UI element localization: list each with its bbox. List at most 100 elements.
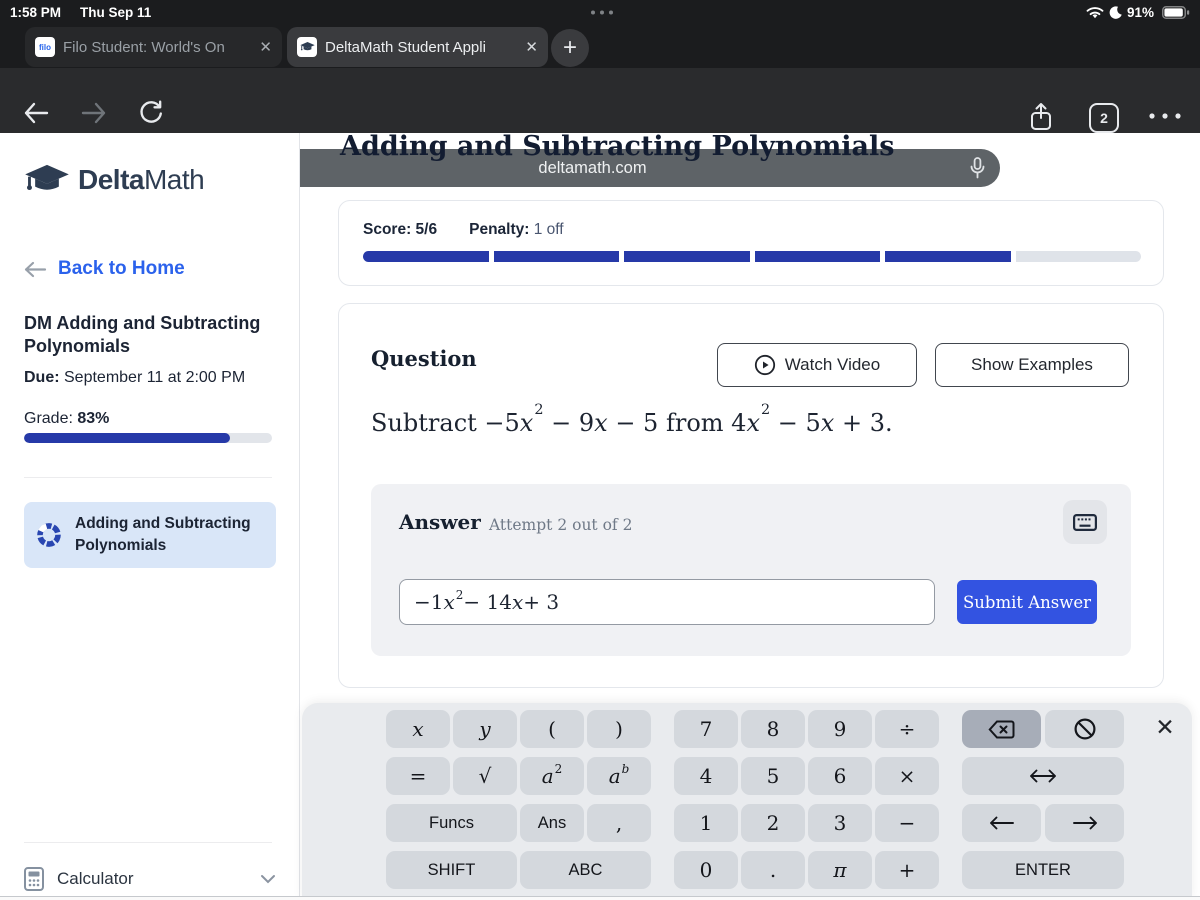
score-segment <box>885 251 1011 262</box>
browser-toolbar: deltamath.com 2 <box>0 68 1200 187</box>
answer-heading: Answer <box>399 510 481 534</box>
watch-video-button[interactable]: Watch Video <box>717 343 917 387</box>
calculator-toggle[interactable]: Calculator <box>24 861 276 897</box>
mic-icon[interactable] <box>970 156 985 180</box>
multitask-dots-icon <box>590 10 614 15</box>
key-9[interactable]: 9 <box>808 710 872 748</box>
due-value: September 11 at 2:00 PM <box>59 369 246 386</box>
key-open-paren[interactable]: ( <box>520 710 584 748</box>
close-tab-icon[interactable]: ✕ <box>525 39 538 55</box>
key-cursor-right[interactable] <box>1045 804 1124 842</box>
back-to-home-link[interactable]: Back to Home <box>24 258 185 280</box>
sidebar-divider <box>24 842 272 843</box>
tab-count-button[interactable]: 2 <box>1089 103 1119 133</box>
score-card: Score: 5/6 Penalty: 1 off <box>338 200 1164 286</box>
grade-value: 83% <box>77 410 110 427</box>
no-symbol-icon <box>1074 718 1095 740</box>
key-1[interactable]: 1 <box>674 804 738 842</box>
assignment-title: DM Adding and Subtracting Polynomials <box>24 313 261 356</box>
tab-strip: filo Filo Student: World's On ✕ DeltaMat… <box>0 25 1200 68</box>
key-x[interactable]: x <box>386 710 450 748</box>
keyboard-icon <box>1073 513 1097 531</box>
key-8[interactable]: 8 <box>741 710 805 748</box>
deltamath-logo: DeltaMath <box>24 162 205 198</box>
back-icon[interactable] <box>22 101 50 125</box>
key-equals[interactable]: = <box>386 757 450 795</box>
key-3[interactable]: 3 <box>808 804 872 842</box>
share-icon[interactable] <box>1028 102 1054 133</box>
question-card: Question Watch Video Show Examples Subtr… <box>338 303 1164 688</box>
key-abc[interactable]: ABC <box>520 851 651 889</box>
key-0[interactable]: 0 <box>674 851 738 889</box>
key-shift[interactable]: SHIFT <box>386 851 517 889</box>
sidebar: DeltaMath Back to Home DM Adding and Sub… <box>0 133 300 900</box>
tab-title: Filo Student: World's On <box>63 38 225 56</box>
sidebar-item-label: Adding and Subtracting Polynomials <box>75 515 251 554</box>
key-multiply[interactable]: × <box>875 757 939 795</box>
status-bar: 1:58 PM Thu Sep 11 91% <box>0 0 1200 25</box>
answer-input[interactable]: −1 x 2 − 14 x + 3 <box>399 579 935 625</box>
battery-percent: 91% <box>1127 5 1155 20</box>
key-close-paren[interactable]: ) <box>587 710 651 748</box>
logo-text-bold: Delta <box>78 164 144 195</box>
key-5[interactable]: 5 <box>741 757 805 795</box>
screen: 1:58 PM Thu Sep 11 91% filo Filo Student… <box>0 0 1200 900</box>
show-examples-label: Show Examples <box>971 355 1093 374</box>
logo-text-light: Math <box>143 164 205 195</box>
key-ans[interactable]: Ans <box>520 804 584 842</box>
key-7[interactable]: 7 <box>674 710 738 748</box>
show-examples-button[interactable]: Show Examples <box>935 343 1129 387</box>
grade-bar-fill <box>24 433 230 443</box>
left-arrow-icon <box>989 816 1014 830</box>
keyboard-toggle-button[interactable] <box>1063 500 1107 544</box>
watch-video-label: Watch Video <box>784 355 881 374</box>
key-cursor-left[interactable] <box>962 804 1041 842</box>
key-2[interactable]: 2 <box>741 804 805 842</box>
key-4[interactable]: 4 <box>674 757 738 795</box>
submit-answer-button[interactable]: Submit Answer <box>957 580 1097 624</box>
question-prompt: Subtract −5x2 − 9x − 5 from 4x2 − 5x + 3… <box>371 402 893 437</box>
calculator-label: Calculator <box>57 869 134 888</box>
key-backspace[interactable] <box>962 710 1041 748</box>
sidebar-item-adding-subtracting-polynomials[interactable]: Adding and Subtracting Polynomials <box>24 502 276 568</box>
key-clear[interactable] <box>1045 710 1124 748</box>
key-decimal[interactable]: . <box>741 851 805 889</box>
question-heading: Question <box>371 346 477 371</box>
close-keyboard-icon[interactable]: ✕ <box>1148 711 1182 745</box>
key-enter[interactable]: ENTER <box>962 851 1124 889</box>
tab-deltamath[interactable]: DeltaMath Student Appli ✕ <box>287 27 548 67</box>
close-tab-icon[interactable]: ✕ <box>259 39 272 55</box>
score-segment <box>493 251 619 262</box>
key-cursor-left-right[interactable] <box>962 757 1124 795</box>
key-pi[interactable]: π <box>808 851 872 889</box>
key-divide[interactable]: ÷ <box>875 710 939 748</box>
prompt-mid: from <box>658 409 732 437</box>
back-to-home-label: Back to Home <box>58 258 185 279</box>
new-tab-button[interactable]: + <box>551 29 589 67</box>
reload-icon[interactable] <box>137 99 165 127</box>
menu-icon[interactable] <box>1148 113 1182 119</box>
right-arrow-icon <box>1072 816 1097 830</box>
skill-progress-ring-icon <box>37 523 61 547</box>
grade-line: Grade: 83% <box>24 410 109 428</box>
grade-progress-bar <box>24 433 272 443</box>
expression-subtract: −5x2 − 9x − 5 <box>484 402 659 437</box>
key-funcs[interactable]: Funcs <box>386 804 517 842</box>
key-y[interactable]: y <box>453 710 517 748</box>
key-6[interactable]: 6 <box>808 757 872 795</box>
key-sqrt[interactable]: √ <box>453 757 517 795</box>
score-segment <box>754 251 880 262</box>
graduation-cap-icon <box>25 164 69 191</box>
forward-icon[interactable] <box>80 101 108 125</box>
page-title: Adding and Subtracting Polynomials <box>340 131 895 162</box>
key-power[interactable]: ab <box>587 757 651 795</box>
calculator-icon <box>24 867 44 891</box>
key-squared[interactable]: a2 <box>520 757 584 795</box>
tab-filo[interactable]: filo Filo Student: World's On ✕ <box>25 27 282 67</box>
attempt-label: Attempt 2 out of 2 <box>489 516 633 534</box>
key-plus[interactable]: + <box>875 851 939 889</box>
chevron-down-icon[interactable] <box>260 874 276 884</box>
key-minus[interactable]: − <box>875 804 939 842</box>
key-comma[interactable]: , <box>587 804 651 842</box>
status-date: Thu Sep 11 <box>80 5 152 20</box>
